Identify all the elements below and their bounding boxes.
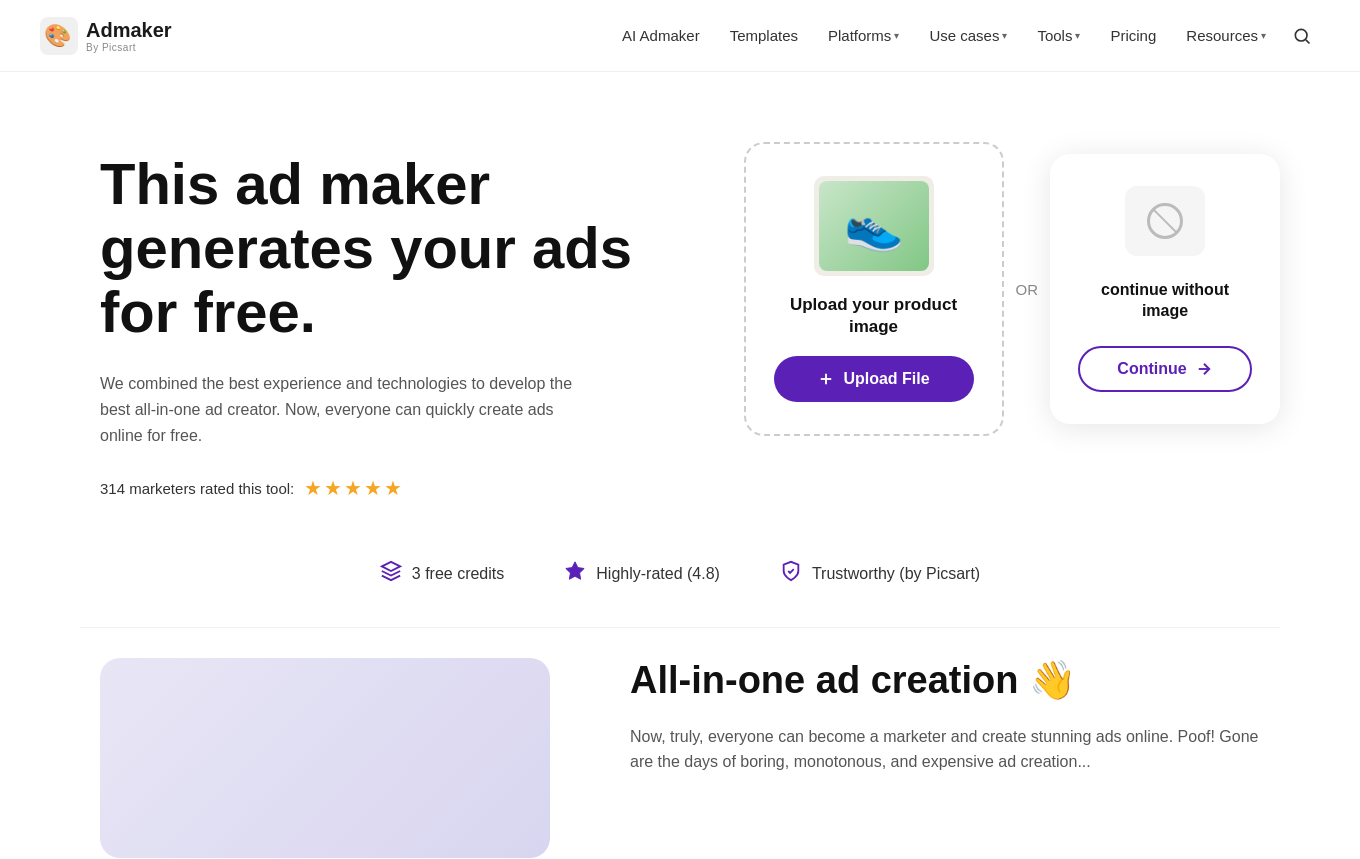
upload-file-button[interactable]: Upload File [774, 356, 974, 402]
or-divider: OR [1016, 281, 1039, 298]
chevron-down-icon: ▾ [1075, 30, 1080, 41]
badge-highly-rated: Highly-rated (4.8) [564, 560, 720, 587]
chevron-down-icon: ▾ [1002, 30, 1007, 41]
svg-line-3 [1306, 39, 1310, 43]
hero-section: This ad maker generates your ads for fre… [0, 72, 1360, 540]
trustworthy-label: Trustworthy (by Picsart) [812, 565, 980, 583]
nav-links: AI Admaker Templates Platforms ▾ Use cas… [610, 18, 1320, 54]
highly-rated-label: Highly-rated (4.8) [596, 565, 720, 583]
nav-item-resources[interactable]: Resources ▾ [1174, 19, 1278, 52]
lower-illustration [100, 658, 550, 858]
badges-row: 3 free credits Highly-rated (4.8) Trustw… [280, 540, 1080, 627]
nav-item-ai-admaker[interactable]: AI Admaker [610, 19, 712, 52]
badge-free-credits: 3 free credits [380, 560, 504, 587]
shoe-image [819, 181, 929, 271]
star-3: ★ [344, 476, 362, 500]
badge-trustworthy: Trustworthy (by Picsart) [780, 560, 980, 587]
logo-icon: 🎨 [40, 17, 78, 55]
upload-card: Upload your product image Upload File [744, 142, 1004, 436]
hero-title: This ad maker generates your ads for fre… [100, 152, 660, 343]
star-4: ★ [364, 476, 382, 500]
arrow-right-icon [1195, 360, 1213, 378]
logo-sub-text: By Picsart [86, 42, 172, 53]
svg-marker-7 [566, 562, 584, 579]
logo-main-text: Admaker [86, 19, 172, 42]
nav-item-use-cases[interactable]: Use cases ▾ [917, 19, 1019, 52]
nav-item-templates[interactable]: Templates [718, 19, 810, 52]
rating-text: 314 marketers rated this tool: [100, 480, 294, 497]
no-image-title: continue without image [1078, 280, 1252, 322]
chevron-down-icon: ▾ [1261, 30, 1266, 41]
nav-item-tools[interactable]: Tools ▾ [1025, 19, 1092, 52]
free-credits-label: 3 free credits [412, 565, 504, 583]
slash-circle-icon [1147, 203, 1183, 239]
product-image-preview [814, 176, 934, 276]
star-rating: ★ ★ ★ ★ ★ [304, 476, 402, 500]
lower-title: All-in-one ad creation 👋 [630, 658, 1280, 704]
chevron-down-icon: ▾ [894, 30, 899, 41]
logo-link[interactable]: 🎨 Admaker By Picsart [40, 17, 172, 55]
hero-left: This ad maker generates your ads for fre… [100, 132, 704, 500]
star-2: ★ [324, 476, 342, 500]
svg-text:🎨: 🎨 [44, 22, 72, 49]
lower-section: All-in-one ad creation 👋 Now, truly, eve… [0, 628, 1360, 859]
search-icon [1292, 26, 1312, 46]
nav-item-pricing[interactable]: Pricing [1098, 19, 1168, 52]
stack-icon [380, 560, 402, 587]
hero-right: Upload your product image Upload File OR… [744, 142, 1281, 436]
star-5: ★ [384, 476, 402, 500]
star-1: ★ [304, 476, 322, 500]
search-button[interactable] [1284, 18, 1320, 54]
hero-rating: 314 marketers rated this tool: ★ ★ ★ ★ ★ [100, 476, 704, 500]
no-image-card: continue without image Continue [1050, 154, 1280, 424]
plus-icon [817, 370, 835, 388]
lower-text: All-in-one ad creation 👋 Now, truly, eve… [630, 658, 1280, 775]
star-badge-icon [564, 560, 586, 587]
shield-icon [780, 560, 802, 587]
no-image-icon [1125, 186, 1205, 256]
navbar: 🎨 Admaker By Picsart AI Admaker Template… [0, 0, 1360, 72]
lower-description: Now, truly, everyone can become a market… [630, 724, 1280, 775]
hero-description: We combined the best experience and tech… [100, 371, 600, 448]
svg-point-2 [1295, 29, 1307, 41]
continue-button[interactable]: Continue [1078, 346, 1252, 392]
nav-item-platforms[interactable]: Platforms ▾ [816, 19, 911, 52]
upload-card-title: Upload your product image [774, 294, 974, 338]
